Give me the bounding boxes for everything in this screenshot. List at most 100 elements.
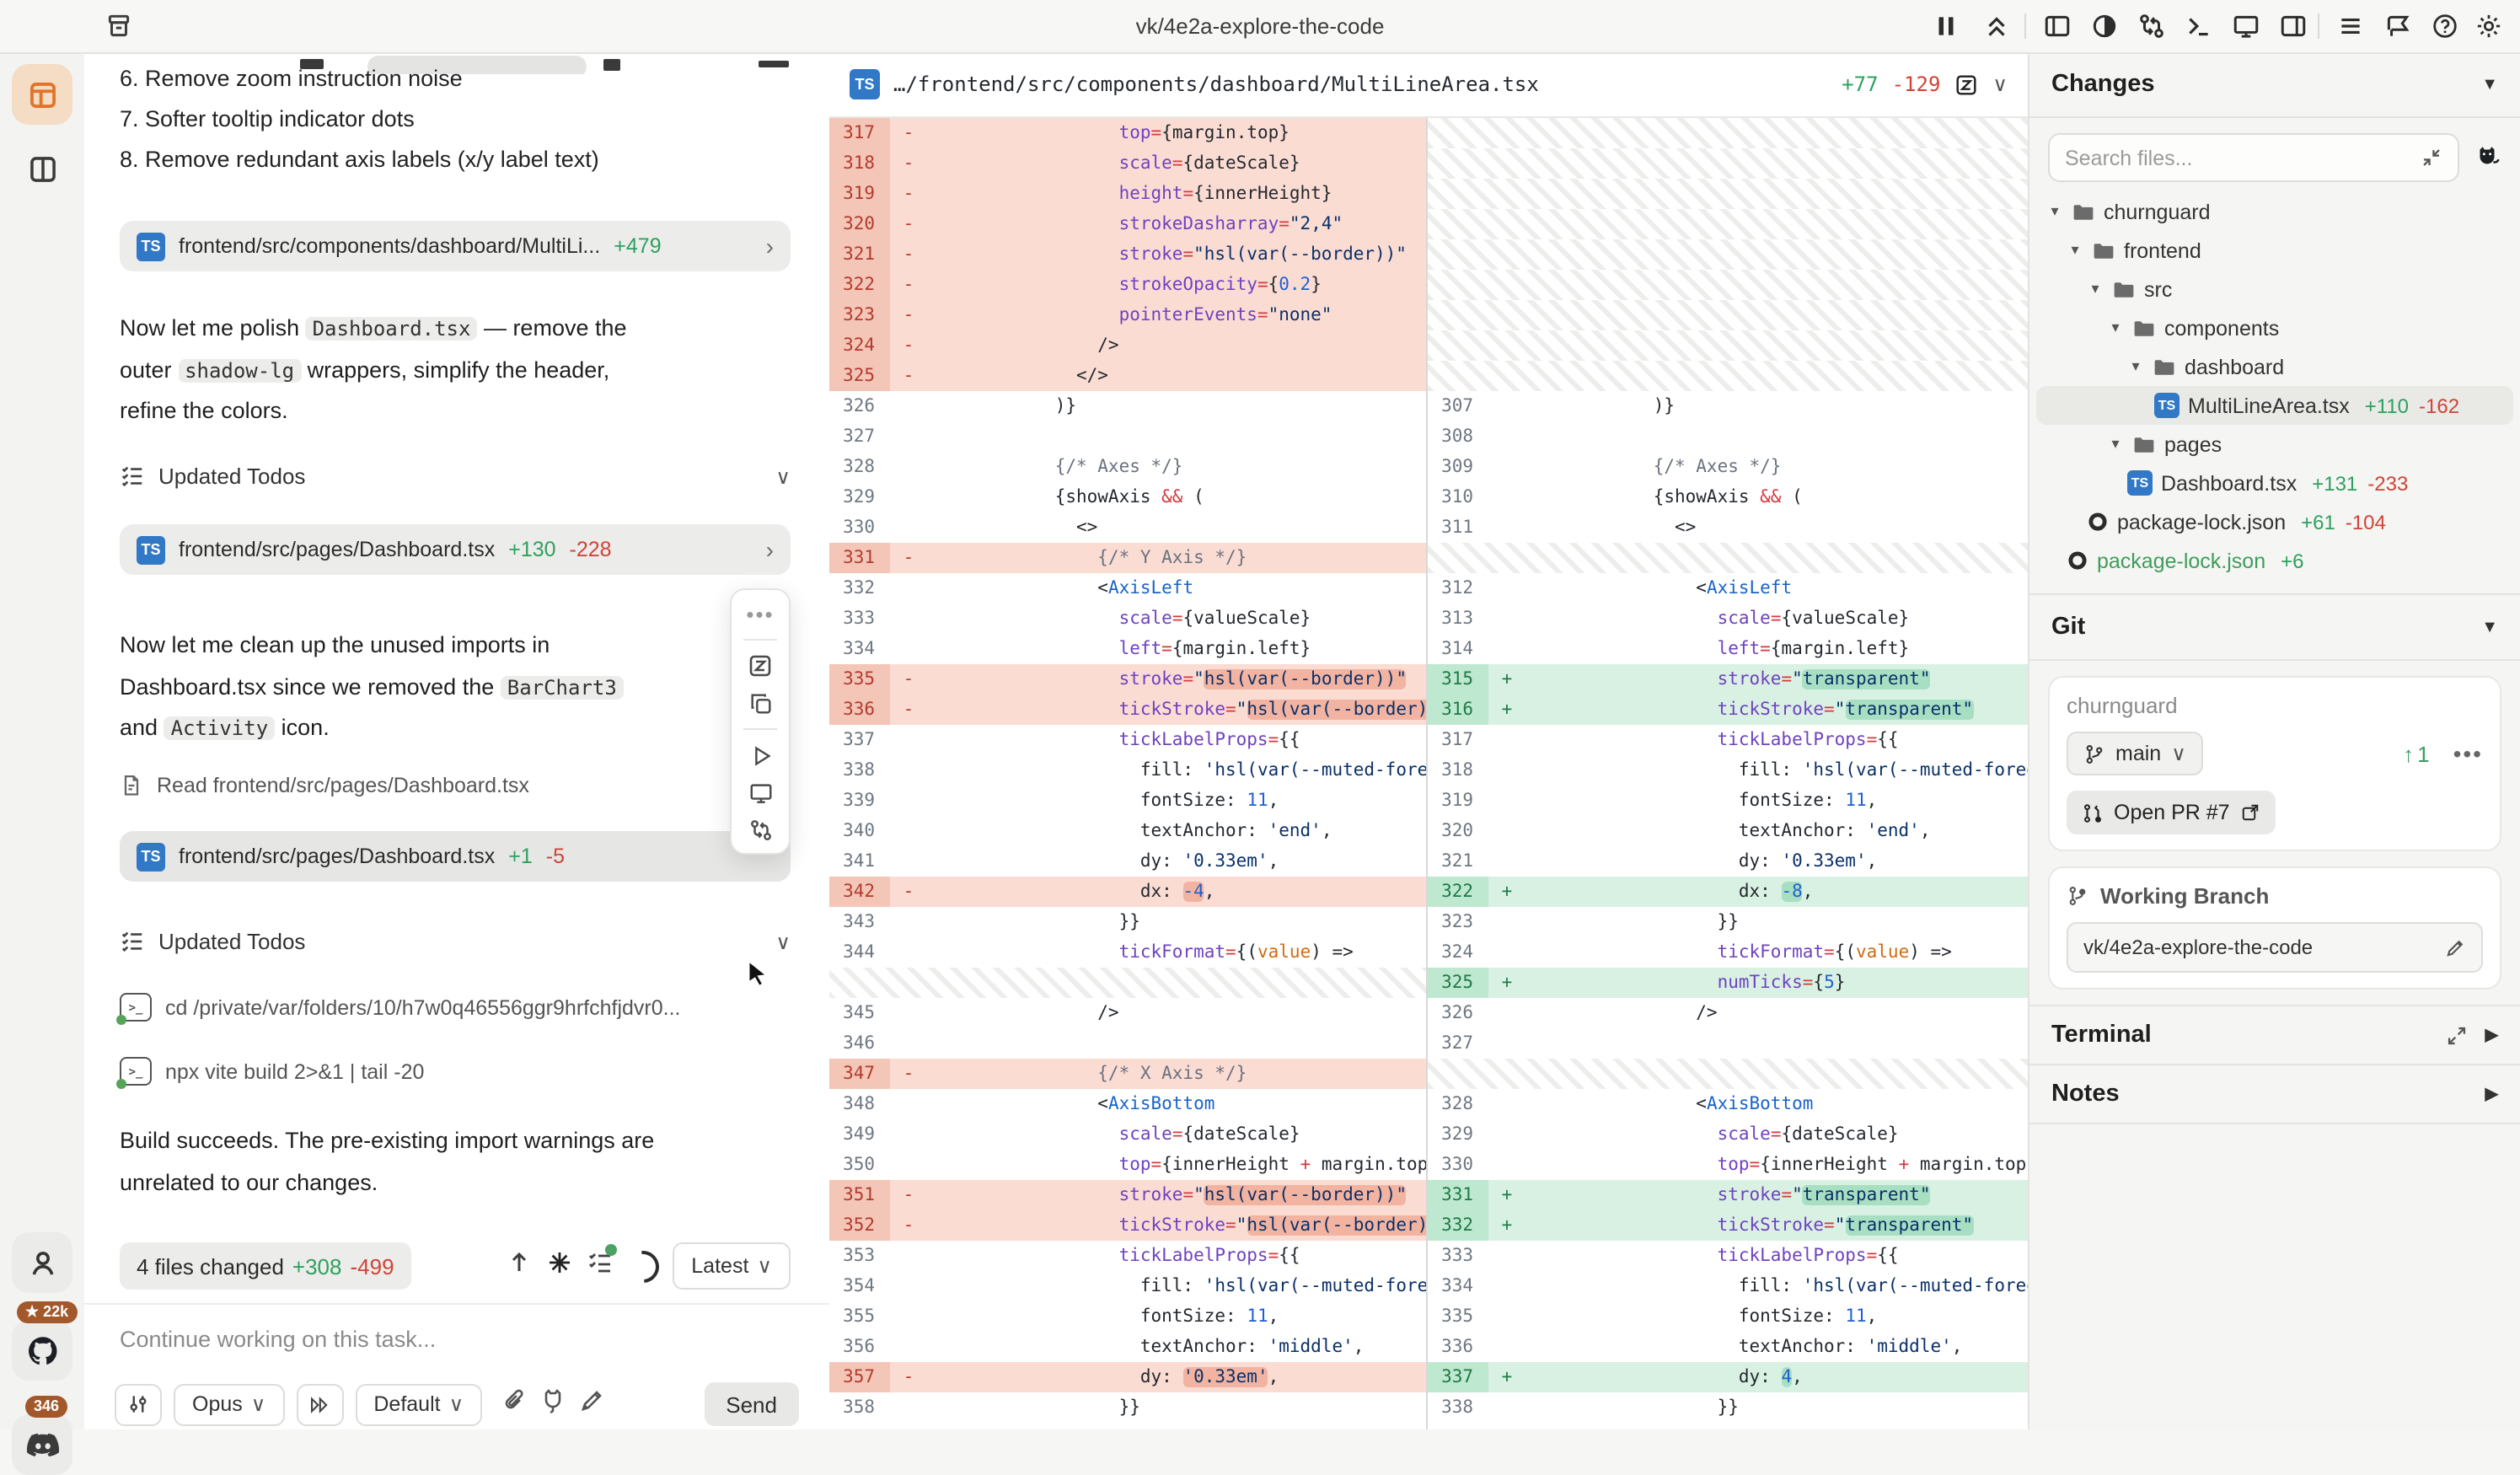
diff-row bbox=[1428, 300, 2028, 330]
play-icon[interactable] bbox=[745, 740, 775, 770]
account-button[interactable] bbox=[12, 1232, 72, 1293]
diff-row: 326 )} bbox=[829, 391, 1426, 421]
branch-select[interactable]: main∨ bbox=[2067, 732, 2203, 775]
file-change-chip[interactable]: TS frontend/src/pages/Dashboard.tsx +1 -… bbox=[120, 831, 791, 882]
view-diff-icon[interactable] bbox=[745, 651, 775, 681]
feedback-pointer-icon[interactable] bbox=[2383, 12, 2412, 40]
diff-row: 323- pointerEvents="none" bbox=[829, 300, 1426, 330]
diff-row: 349 scale={dateScale} bbox=[829, 1119, 1426, 1150]
github-button[interactable] bbox=[12, 1320, 72, 1381]
pause-icon[interactable] bbox=[1932, 12, 1960, 40]
chevron-down-icon[interactable]: ∨ bbox=[1992, 72, 2008, 96]
more-options-icon[interactable]: ••• bbox=[2453, 740, 2483, 767]
github-cat-icon[interactable] bbox=[539, 1386, 566, 1422]
copy-icon[interactable] bbox=[745, 688, 775, 718]
panel-right-icon[interactable] bbox=[2279, 12, 2308, 40]
tree-file-Dashboard.tsx[interactable]: TSDashboard.tsx+131-233 bbox=[2029, 464, 2520, 502]
diff-file-header[interactable]: TS …/frontend/src/components/dashboard/M… bbox=[829, 52, 2028, 118]
mode-select[interactable]: Default∨ bbox=[355, 1383, 482, 1425]
tree-folder-src[interactable]: ▾src bbox=[2029, 270, 2520, 308]
latest-version-button[interactable]: Latest∨ bbox=[673, 1242, 791, 1290]
collapse-all-icon[interactable] bbox=[1982, 12, 2011, 40]
tree-folder-churnguard[interactable]: ▾churnguard bbox=[2029, 192, 2520, 231]
chat-input[interactable]: Continue working on this task... bbox=[120, 1327, 791, 1352]
contrast-circle-icon[interactable] bbox=[2090, 12, 2119, 40]
terminal-icon[interactable] bbox=[2185, 12, 2213, 40]
settings-gear-icon[interactable] bbox=[2474, 12, 2503, 40]
file-change-chip[interactable]: TS frontend/src/components/dashboard/Mul… bbox=[120, 221, 791, 271]
search-input[interactable]: Search files... bbox=[2048, 133, 2459, 182]
files-changed-chip[interactable]: 4 files changed +308 -499 bbox=[120, 1242, 411, 1290]
read-file-row[interactable]: Read frontend/src/pages/Dashboard.tsx bbox=[120, 774, 529, 797]
git-section-header[interactable]: Git ▼ bbox=[2029, 593, 2520, 661]
git-compare-icon[interactable] bbox=[2137, 12, 2166, 40]
folder-icon bbox=[2132, 316, 2156, 340]
working-branch-card: Working Branch vk/4e2a-explore-the-code bbox=[2048, 866, 2501, 990]
discord-count-badge: 346 bbox=[25, 1396, 67, 1418]
diff-row bbox=[1428, 1059, 2028, 1089]
diff-row: 317 tickLabelProps={{ bbox=[1428, 725, 2028, 755]
pen-icon[interactable] bbox=[578, 1386, 605, 1422]
changes-section-header[interactable]: Changes ▼ bbox=[2029, 52, 2520, 118]
diff-row bbox=[1428, 239, 2028, 270]
checklist-icon bbox=[120, 929, 145, 954]
chevron-right-icon: › bbox=[766, 536, 774, 563]
open-pr-button[interactable]: Open PR #7 bbox=[2067, 791, 2276, 834]
terminal-section-header[interactable]: Terminal ▶ bbox=[2029, 1005, 2520, 1065]
left-rail: ★ 22k 346 bbox=[0, 52, 86, 1429]
todo-list-item: 7. Softer tooltip indicator dots bbox=[120, 106, 415, 131]
assistant-message: Now let me polish Dashboard.tsx — remove… bbox=[120, 308, 627, 433]
discord-button[interactable] bbox=[12, 1414, 72, 1475]
diff-row: 325- </> bbox=[829, 361, 1426, 391]
diff-row: 330 <> bbox=[829, 512, 1426, 543]
menu-icon[interactable] bbox=[2336, 12, 2365, 40]
board-view-button[interactable] bbox=[12, 138, 72, 199]
ts-file-icon: TS bbox=[2154, 393, 2180, 418]
diff-row: 319 fontSize: 11, bbox=[1428, 786, 2028, 816]
attach-paperclip-icon[interactable] bbox=[501, 1386, 528, 1422]
send-button[interactable]: Send bbox=[704, 1382, 799, 1426]
tree-folder-components[interactable]: ▾components bbox=[2029, 308, 2520, 347]
terminal-command-row[interactable]: >_ npx vite build 2>&1 | tail -20 bbox=[120, 1057, 791, 1086]
expand-triangle-icon: ▶ bbox=[2485, 1085, 2498, 1103]
diff-row: 317- top={margin.top} bbox=[829, 118, 1426, 148]
more-options-icon[interactable]: ••• bbox=[745, 598, 775, 629]
terminal-command-row[interactable]: >_ cd /private/var/folders/10/h7w0q46556… bbox=[120, 993, 791, 1022]
git-compare-icon[interactable] bbox=[745, 814, 775, 845]
tree-file-package-lock.json[interactable]: package-lock.json+61-104 bbox=[2029, 502, 2520, 541]
file-change-chip[interactable]: TS frontend/src/pages/Dashboard.tsx +130… bbox=[120, 524, 791, 575]
github-cat-icon[interactable] bbox=[2473, 143, 2501, 172]
diff-row: 347- {/* X Axis */} bbox=[829, 1059, 1426, 1089]
updated-todos-row[interactable]: Updated Todos ∨ bbox=[120, 929, 791, 954]
fast-forward-button[interactable] bbox=[296, 1383, 343, 1425]
scroll-up-icon[interactable] bbox=[506, 1248, 533, 1284]
tree-folder-pages[interactable]: ▾pages bbox=[2029, 425, 2520, 464]
collapse-tree-icon[interactable] bbox=[2421, 147, 2442, 169]
diff-row: 313 scale={valueScale} bbox=[1428, 603, 2028, 634]
tree-folder-frontend[interactable]: ▾frontend bbox=[2029, 231, 2520, 270]
ahead-count[interactable]: ↑ 1 bbox=[2403, 741, 2429, 766]
working-branch-input[interactable]: vk/4e2a-explore-the-code bbox=[2067, 922, 2483, 973]
settings-sliders-button[interactable] bbox=[115, 1383, 162, 1425]
tree-file-package-lock.json[interactable]: package-lock.json+6 bbox=[2029, 541, 2520, 580]
updated-todos-row[interactable]: Updated Todos ∨ bbox=[120, 464, 791, 489]
diff-row: 339 fontSize: 11, bbox=[829, 786, 1426, 816]
layout-view-button[interactable] bbox=[12, 64, 72, 125]
todos-list-icon[interactable] bbox=[587, 1248, 614, 1284]
help-icon[interactable] bbox=[2431, 12, 2459, 40]
diff-row: 308 bbox=[1428, 421, 2028, 452]
document-icon bbox=[120, 774, 143, 797]
notes-section-header[interactable]: Notes ▶ bbox=[2029, 1065, 2520, 1124]
model-select[interactable]: Opus∨ bbox=[174, 1383, 284, 1425]
tree-folder-dashboard[interactable]: ▾dashboard bbox=[2029, 347, 2520, 386]
change-icon[interactable] bbox=[1954, 72, 1979, 97]
diff-row: 332+ tickStroke="transparent" bbox=[1428, 1210, 2028, 1241]
monitor-icon[interactable] bbox=[745, 777, 775, 807]
assistant-message: Now let me clean up the unused imports i… bbox=[120, 625, 624, 750]
diff-row: 330 top={innerHeight + margin.top} bbox=[1428, 1150, 2028, 1180]
monitor-icon[interactable] bbox=[2232, 12, 2260, 40]
changes-file-tree: ▾churnguard▾frontend▾src▾components▾dash… bbox=[2029, 192, 2520, 580]
panel-left-icon[interactable] bbox=[2043, 12, 2072, 40]
spark-icon[interactable] bbox=[546, 1248, 573, 1284]
tree-file-MultiLineArea.tsx[interactable]: TSMultiLineArea.tsx+110-162 bbox=[2036, 386, 2513, 425]
